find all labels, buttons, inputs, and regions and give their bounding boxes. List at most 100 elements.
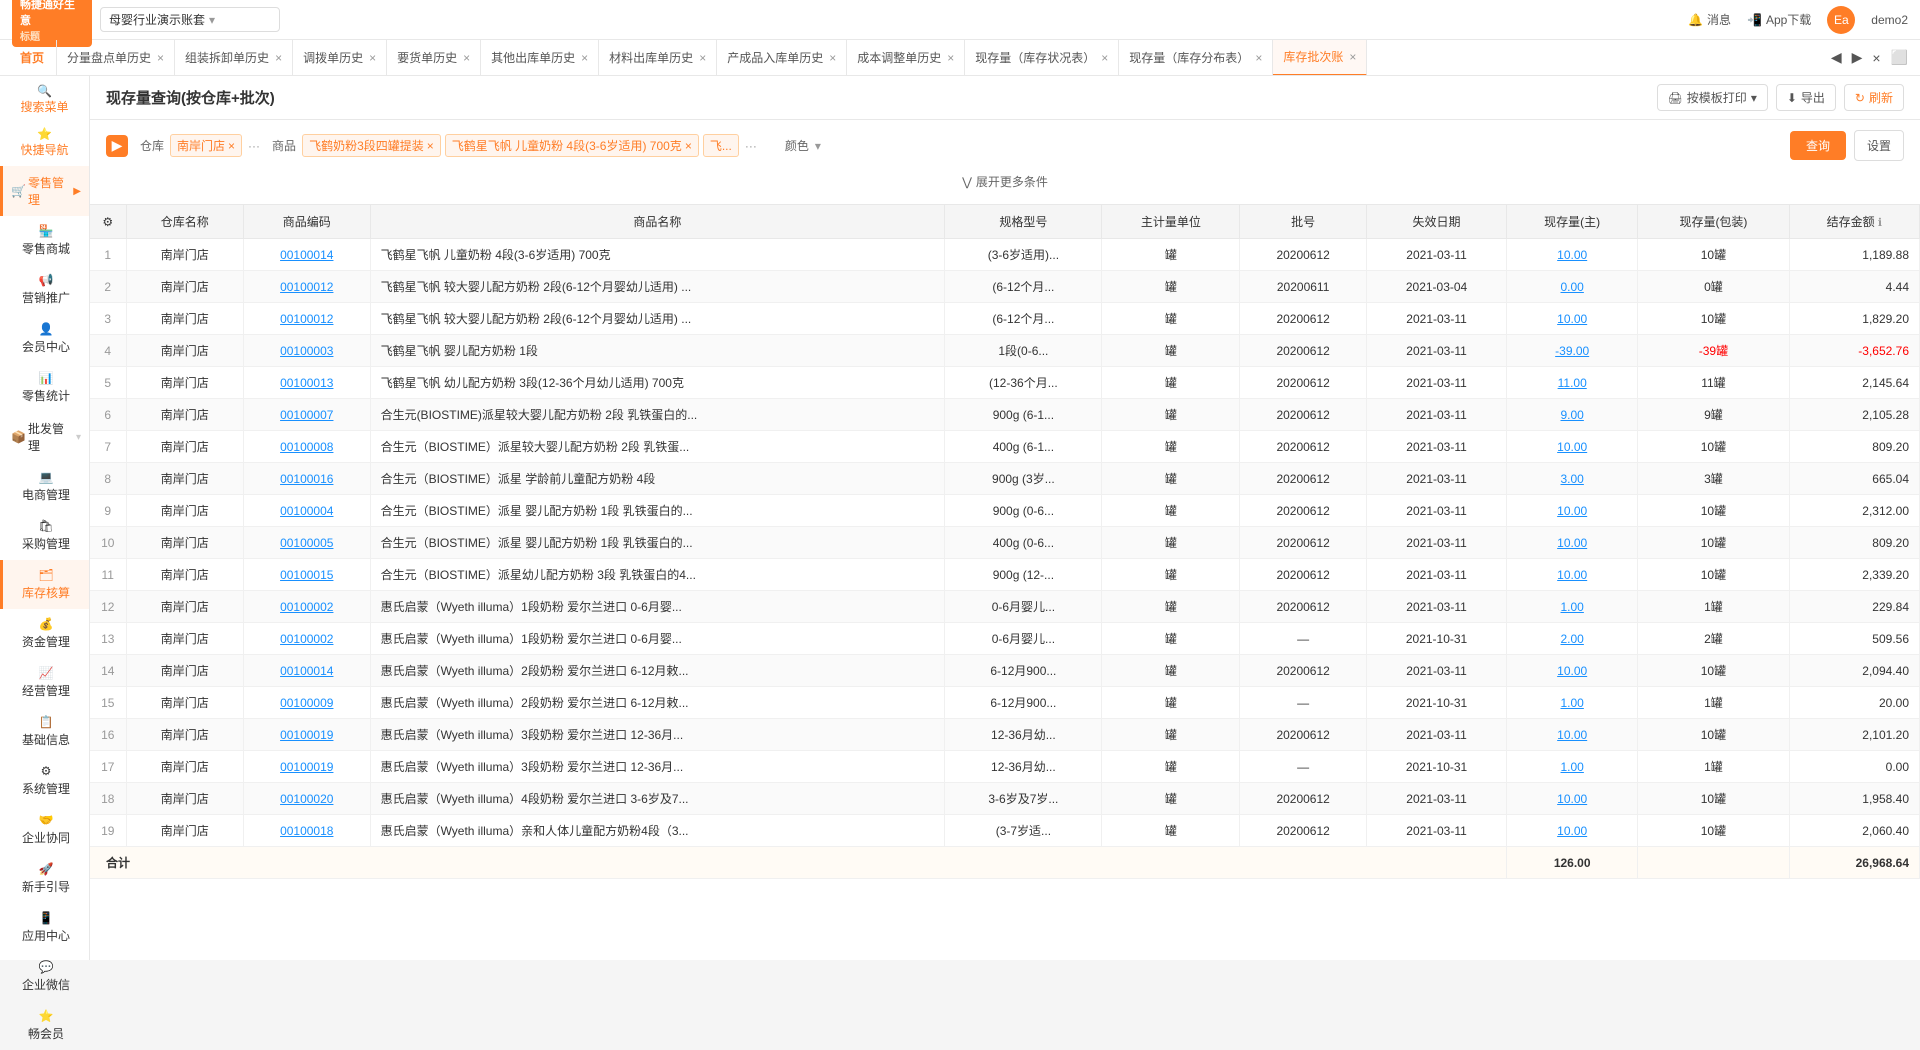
tab-close-icon[interactable]: × xyxy=(1101,51,1108,65)
refresh-btn[interactable]: ↻ 刷新 xyxy=(1844,84,1904,111)
sidebar-item-app-center[interactable]: 📱 应用中心 xyxy=(0,903,89,952)
product-tag-1[interactable]: 飞鹤奶粉3段四罐提装 × xyxy=(302,134,441,157)
sidebar-item-system[interactable]: ⚙ 系统管理 xyxy=(0,756,89,805)
setting-button[interactable]: 设置 xyxy=(1854,130,1904,161)
app-download-btn[interactable]: 📲 App下载 xyxy=(1747,11,1811,28)
export-btn[interactable]: ⬇ 导出 xyxy=(1776,84,1836,111)
tab-next-arrow[interactable]: ▶ xyxy=(1848,47,1867,68)
tab-close-icon[interactable]: × xyxy=(1255,51,1262,65)
cell-stock-main[interactable]: 3.00 xyxy=(1507,463,1638,495)
sidebar-item-member-service[interactable]: ⭐ 畅会员 xyxy=(0,1001,89,1050)
cell-stock-main[interactable]: 10.00 xyxy=(1507,495,1638,527)
cell-expire: 2021-10-31 xyxy=(1366,751,1506,783)
tab-kucunpicizh[interactable]: 库存批次账 × xyxy=(1273,40,1367,76)
sidebar-item-enterprise-wechat[interactable]: 💬 企业微信 xyxy=(0,952,89,1001)
sidebar-item-wholesale[interactable]: 📦 批发管理 ▾ xyxy=(0,412,89,462)
sidebar-item-members[interactable]: 👤 会员中心 xyxy=(0,314,89,363)
cell-spec: 12-36月幼... xyxy=(945,719,1102,751)
tab-close-icon[interactable]: × xyxy=(369,51,376,65)
tab-chenbenthiaoshenglishi[interactable]: 成本调整单历史 × xyxy=(847,40,965,76)
sidebar-item-ecommerce[interactable]: 💻 电商管理 xyxy=(0,462,89,511)
tab-yaohuo[interactable]: 要货单历史 × xyxy=(387,40,481,76)
warehouse-tag-nanan[interactable]: 南岸门店 × xyxy=(170,134,242,157)
sidebar-item-retail-stats[interactable]: 📊 零售统计 xyxy=(0,363,89,412)
cell-stock-main[interactable]: 10.00 xyxy=(1507,431,1638,463)
sidebar-item-purchase[interactable]: 🛍 采购管理 xyxy=(0,511,89,560)
sidebar-item-operation[interactable]: 📈 经营管理 xyxy=(0,658,89,707)
tab-cailiaochuku[interactable]: 材料出库单历史 × xyxy=(599,40,717,76)
cell-stock-main[interactable]: 0.00 xyxy=(1507,271,1638,303)
template-print-btn[interactable]: 🖨 按模板打印 ▾ xyxy=(1657,84,1768,111)
cell-stock-main[interactable]: 9.00 xyxy=(1507,399,1638,431)
cell-stock-main[interactable]: 1.00 xyxy=(1507,751,1638,783)
tab-xiancunliang1[interactable]: 现存量（库存状况表） × xyxy=(965,40,1119,76)
sidebar-quick-nav[interactable]: ⭐ 快捷导航 xyxy=(0,123,89,162)
cell-stock-main[interactable]: 10.00 xyxy=(1507,559,1638,591)
tab-close-icon[interactable]: × xyxy=(157,51,164,65)
product-filter-more[interactable]: ··· xyxy=(745,139,757,153)
product-tag1-close-icon[interactable]: × xyxy=(427,139,434,153)
gear-icon[interactable]: ⚙ xyxy=(102,215,113,229)
tab-close-all[interactable]: × xyxy=(1868,48,1884,68)
cell-warehouse: 南岸门店 xyxy=(126,303,243,335)
tab-xiancunliang2[interactable]: 现存量（库存分布表） × xyxy=(1119,40,1273,76)
tab-close-icon[interactable]: × xyxy=(829,51,836,65)
messages-btn[interactable]: 🔔 消息 xyxy=(1688,11,1731,28)
product-tag2-close-icon[interactable]: × xyxy=(685,139,692,153)
sidebar-item-icon: 🛒 xyxy=(11,184,26,198)
sidebar-search-menu[interactable]: 🔍 搜索菜单 xyxy=(0,76,89,123)
cell-warehouse: 南岸门店 xyxy=(126,687,243,719)
cell-stock-main[interactable]: 10.00 xyxy=(1507,239,1638,271)
cell-num: 12 xyxy=(90,591,126,623)
tab-home[interactable]: 首页 xyxy=(8,40,57,76)
sidebar-item-label: 电商管理 xyxy=(22,486,70,503)
tab-close-icon[interactable]: × xyxy=(581,51,588,65)
tab-close-icon[interactable]: × xyxy=(1349,50,1356,64)
cell-stock-main[interactable]: 10.00 xyxy=(1507,719,1638,751)
th-stock-pkg: 现存量(包装) xyxy=(1638,205,1789,239)
avatar[interactable]: Ea xyxy=(1827,6,1855,34)
warehouse-filter-more[interactable]: ··· xyxy=(248,139,260,153)
cell-stock-main[interactable]: -39.00 xyxy=(1507,335,1638,367)
tab-close-icon[interactable]: × xyxy=(947,51,954,65)
product-tag-more[interactable]: 飞... xyxy=(703,134,739,157)
cell-stock-main[interactable]: 2.00 xyxy=(1507,623,1638,655)
tab-maximize[interactable]: ⬜ xyxy=(1887,47,1912,68)
tab-fenliangpandian[interactable]: 分量盘点单历史 × xyxy=(57,40,175,76)
tab-prev-arrow[interactable]: ◀ xyxy=(1827,47,1846,68)
tab-close-icon[interactable]: × xyxy=(699,51,706,65)
tab-zuzhangchaijian[interactable]: 组装拆卸单历史 × xyxy=(175,40,293,76)
filter-expand-toggle[interactable]: ▶ xyxy=(106,135,128,157)
cell-name: 惠氏启蒙（Wyeth illuma）2段奶粉 爱尔兰进口 6-12月敕... xyxy=(370,655,945,687)
th-gear[interactable]: ⚙ xyxy=(90,205,126,239)
expand-more-conditions[interactable]: ⋁ 展开更多条件 xyxy=(106,169,1904,194)
sidebar-item-marketing[interactable]: 📢 营销推广 xyxy=(0,265,89,314)
cell-stock-main[interactable]: 1.00 xyxy=(1507,687,1638,719)
product-filter-group: 商品 飞鹤奶粉3段四罐提装 × 飞鹤星飞帆 儿童奶粉 4段(3-6岁适用) 70… xyxy=(272,134,757,157)
sidebar-item-inventory[interactable]: 🗂 库存核算 xyxy=(0,560,89,609)
cell-stock-main[interactable]: 1.00 xyxy=(1507,591,1638,623)
cell-stock-main[interactable]: 10.00 xyxy=(1507,303,1638,335)
sidebar-item-retail-shop[interactable]: 🏪 零售商城 xyxy=(0,216,89,265)
cell-stock-main[interactable]: 11.00 xyxy=(1507,367,1638,399)
tab-qitachukulishi[interactable]: 其他出库单历史 × xyxy=(481,40,599,76)
search-button[interactable]: 查询 xyxy=(1790,131,1846,160)
sidebar-item-finance[interactable]: 💰 资金管理 xyxy=(0,609,89,658)
cell-stock-main[interactable]: 10.00 xyxy=(1507,655,1638,687)
sidebar-item-retail-manage[interactable]: 🛒 零售管理 ▶ xyxy=(0,166,89,216)
cell-stock-main[interactable]: 10.00 xyxy=(1507,527,1638,559)
cell-stock-main[interactable]: 10.00 xyxy=(1507,783,1638,815)
sidebar-item-guide[interactable]: 🚀 新手引导 xyxy=(0,854,89,903)
tab-close-icon[interactable]: × xyxy=(463,51,470,65)
tab-close-icon[interactable]: × xyxy=(275,51,282,65)
color-filter-arrow[interactable]: ▾ xyxy=(815,139,821,153)
store-selector[interactable]: 母婴行业演示账套 ▾ xyxy=(100,7,280,32)
product-tag-2[interactable]: 飞鹤星飞帆 儿童奶粉 4段(3-6岁适用) 700克 × xyxy=(445,134,699,157)
warehouse-tag-close-icon[interactable]: × xyxy=(228,139,235,153)
sidebar-item-collaboration[interactable]: 🤝 企业协同 xyxy=(0,805,89,854)
balance-info-icon[interactable]: ℹ xyxy=(1878,217,1882,229)
tab-diaobodanls[interactable]: 调拨单历史 × xyxy=(293,40,387,76)
cell-stock-main[interactable]: 10.00 xyxy=(1507,815,1638,847)
sidebar-item-basic-info[interactable]: 📋 基础信息 xyxy=(0,707,89,756)
tab-chanchengpinruku[interactable]: 产成品入库单历史 × xyxy=(717,40,847,76)
